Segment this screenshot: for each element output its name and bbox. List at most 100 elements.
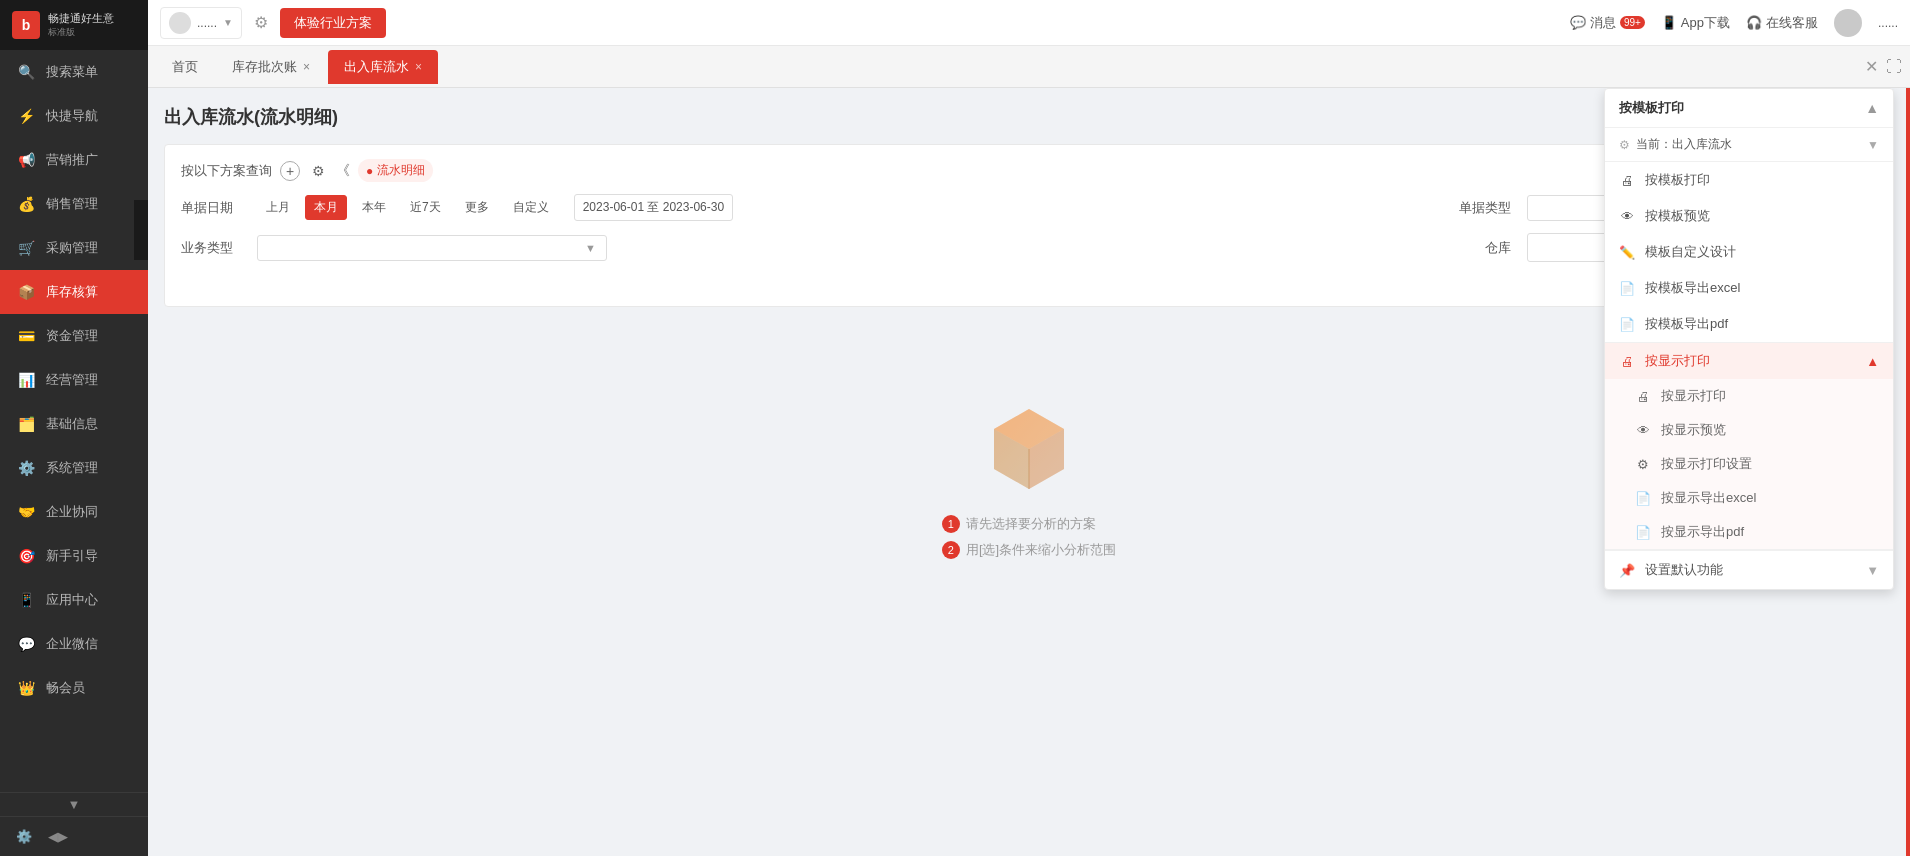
dropdown-title: 按模板打印	[1619, 99, 1684, 117]
user-avatar[interactable]	[1834, 9, 1862, 37]
inventory-icon: 📦	[16, 282, 36, 302]
tab-expand-icon[interactable]: ⛶	[1886, 58, 1902, 76]
sidebar-item-enterprise[interactable]: 🤝 企业协同	[0, 490, 148, 534]
sidebar-item-search[interactable]: 🔍 搜索菜单	[0, 50, 148, 94]
sidebar-item-purchase[interactable]: 🛒 采购管理	[0, 226, 148, 270]
sidebar-item-sales[interactable]: 💰 销售管理	[0, 182, 148, 226]
topbar-gear-icon[interactable]: ⚙	[250, 9, 272, 36]
date-range-input[interactable]: 2023-06-01 至 2023-06-30	[574, 194, 733, 221]
tab-home[interactable]: 首页	[156, 50, 214, 84]
sidebar-item-system[interactable]: ⚙️ 系统管理	[0, 446, 148, 490]
filter-title: 按以下方案查询	[181, 162, 272, 180]
dropdown-template-pdf[interactable]: 📄 按模板导出pdf	[1605, 306, 1893, 342]
dropdown-template-preview[interactable]: 👁 按模板预览	[1605, 198, 1893, 234]
tab-batch-close[interactable]: ×	[303, 60, 310, 74]
filter-collapse-btn[interactable]: 《	[336, 162, 350, 180]
set-default-arrow: ▼	[1866, 563, 1879, 578]
sidebar-item-quicknav[interactable]: ⚡ 快捷导航	[0, 94, 148, 138]
date-options: 上月 本月 本年 近7天 更多 自定义	[257, 195, 558, 220]
template-preview-icon: 👁	[1619, 208, 1635, 224]
profile-selector[interactable]: ...... ▼	[160, 7, 242, 39]
filter-settings-btn[interactable]: ⚙	[308, 161, 328, 181]
display-print-section-arrow: ▲	[1866, 354, 1879, 369]
sidebar-item-member[interactable]: 👑 畅会员	[0, 666, 148, 710]
tab-batch[interactable]: 库存批次账 ×	[216, 50, 326, 84]
resize-handle[interactable]	[1906, 88, 1910, 856]
dropdown-display-pdf[interactable]: 📄 按显示导出pdf	[1605, 515, 1893, 549]
biz-type-select[interactable]: ▼	[257, 235, 607, 261]
template-excel-label: 按模板导出excel	[1645, 279, 1740, 297]
page-title: 出入库流水(流水明细)	[164, 105, 338, 129]
display-excel-icon: 📄	[1635, 490, 1651, 506]
date-btn-this-month[interactable]: 本月	[305, 195, 347, 220]
app-version: 标准版	[48, 26, 114, 39]
tab-flow[interactable]: 出入库流水 ×	[328, 50, 438, 84]
sidebar-item-base[interactable]: 🗂️ 基础信息	[0, 402, 148, 446]
doc-type-label: 单据类型	[1459, 199, 1511, 217]
filter-tag-water[interactable]: ● 流水明细	[358, 159, 433, 182]
template-print-icon: 🖨	[1619, 172, 1635, 188]
empty-tip-1: 1 请先选择要分析的方案	[942, 515, 1116, 533]
dropdown-display-preview[interactable]: 👁 按显示预览	[1605, 413, 1893, 447]
display-pdf-label: 按显示导出pdf	[1661, 523, 1744, 541]
sidebar-item-guide[interactable]: 🎯 新手引导	[0, 534, 148, 578]
purchase-icon: 🛒	[16, 238, 36, 258]
sidebar-item-marketing[interactable]: 📢 营销推广	[0, 138, 148, 182]
date-btn-7days[interactable]: 近7天	[401, 195, 450, 220]
sidebar-item-inventory[interactable]: 📦 库存核算	[0, 270, 148, 314]
enterprise-icon: 🤝	[16, 502, 36, 522]
finance-icon: 💳	[16, 326, 36, 346]
message-item[interactable]: 💬 消息 99+	[1570, 14, 1645, 32]
customer-service-label: 在线客服	[1766, 14, 1818, 32]
app-download-item[interactable]: 📱 App下载	[1661, 14, 1730, 32]
sidebar-item-finance[interactable]: 💳 资金管理	[0, 314, 148, 358]
template-preview-label: 按模板预览	[1645, 207, 1710, 225]
dropdown-collapse-icon[interactable]: ▲	[1865, 100, 1879, 116]
system-icon: ⚙️	[16, 458, 36, 478]
sidebar-item-apps[interactable]: 📱 应用中心	[0, 578, 148, 622]
message-badge: 99+	[1620, 16, 1645, 29]
display-settings-label: 按显示打印设置	[1661, 455, 1752, 473]
logo-icon: b	[12, 11, 40, 39]
date-btn-prev-month[interactable]: 上月	[257, 195, 299, 220]
download-icon: 📱	[1661, 15, 1677, 30]
tab-flow-close[interactable]: ×	[415, 60, 422, 74]
date-btn-more[interactable]: 更多	[456, 195, 498, 220]
collapse-icon[interactable]: ◀▶	[48, 829, 68, 844]
sidebar-item-operations[interactable]: 📊 经营管理	[0, 358, 148, 402]
dropdown-set-default[interactable]: 📌 设置默认功能 ▼	[1605, 550, 1893, 589]
app-download-label: App下载	[1681, 14, 1730, 32]
trial-btn[interactable]: 体验行业方案	[280, 8, 386, 38]
page-content: 出入库流水(流水明细) 🖨 按模板打印 ▲ ... 📤 导出 🔄 刷新	[148, 88, 1910, 856]
base-icon: 🗂️	[16, 414, 36, 434]
display-preview-label: 按显示预览	[1661, 421, 1726, 439]
sidebar-item-wechat[interactable]: 💬 企业微信	[0, 622, 148, 666]
tab-flow-label: 出入库流水	[344, 58, 409, 76]
tab-close-all-icon[interactable]: ✕	[1865, 57, 1878, 76]
tabbar: 首页 库存批次账 × 出入库流水 × ✕ ⛶	[148, 46, 1910, 88]
filter-add-btn[interactable]: +	[280, 161, 300, 181]
current-label-arrow[interactable]: ▼	[1867, 138, 1879, 152]
current-label-icon: ⚙	[1619, 138, 1630, 152]
dropdown-template-print[interactable]: 🖨 按模板打印	[1605, 162, 1893, 198]
customer-service-item[interactable]: 🎧 在线客服	[1746, 14, 1818, 32]
sidebar-nav: 🔍 搜索菜单 ⚡ 快捷导航 📢 营销推广 💰 销售管理 🛒 采购管理 📦	[0, 50, 148, 792]
dropdown-template-customize[interactable]: ✏️ 模板自定义设计	[1605, 234, 1893, 270]
dropdown-template-excel[interactable]: 📄 按模板导出excel	[1605, 270, 1893, 306]
date-btn-custom[interactable]: 自定义	[504, 195, 558, 220]
search-icon: 🔍	[16, 62, 36, 82]
dropdown-display-print[interactable]: 🖨 按显示打印	[1605, 379, 1893, 413]
dropdown-display-settings[interactable]: ⚙ 按显示打印设置	[1605, 447, 1893, 481]
display-print-label: 按显示打印	[1661, 387, 1726, 405]
quicknav-icon: ⚡	[16, 106, 36, 126]
dropdown-display-excel[interactable]: 📄 按显示导出excel	[1605, 481, 1893, 515]
sidebar-collapse-handle[interactable]	[134, 200, 148, 260]
date-btn-this-year[interactable]: 本年	[353, 195, 395, 220]
sidebar-scroll-down[interactable]: ▼	[0, 792, 148, 816]
dropdown-display-print-section[interactable]: 🖨 按显示打印 ▲	[1605, 343, 1893, 379]
filter-tag-icon: ●	[366, 164, 373, 178]
tab-home-label: 首页	[172, 58, 198, 76]
warehouse-label: 仓库	[1485, 239, 1511, 257]
settings-icon[interactable]: ⚙️	[16, 829, 32, 844]
message-label: 消息	[1590, 14, 1616, 32]
